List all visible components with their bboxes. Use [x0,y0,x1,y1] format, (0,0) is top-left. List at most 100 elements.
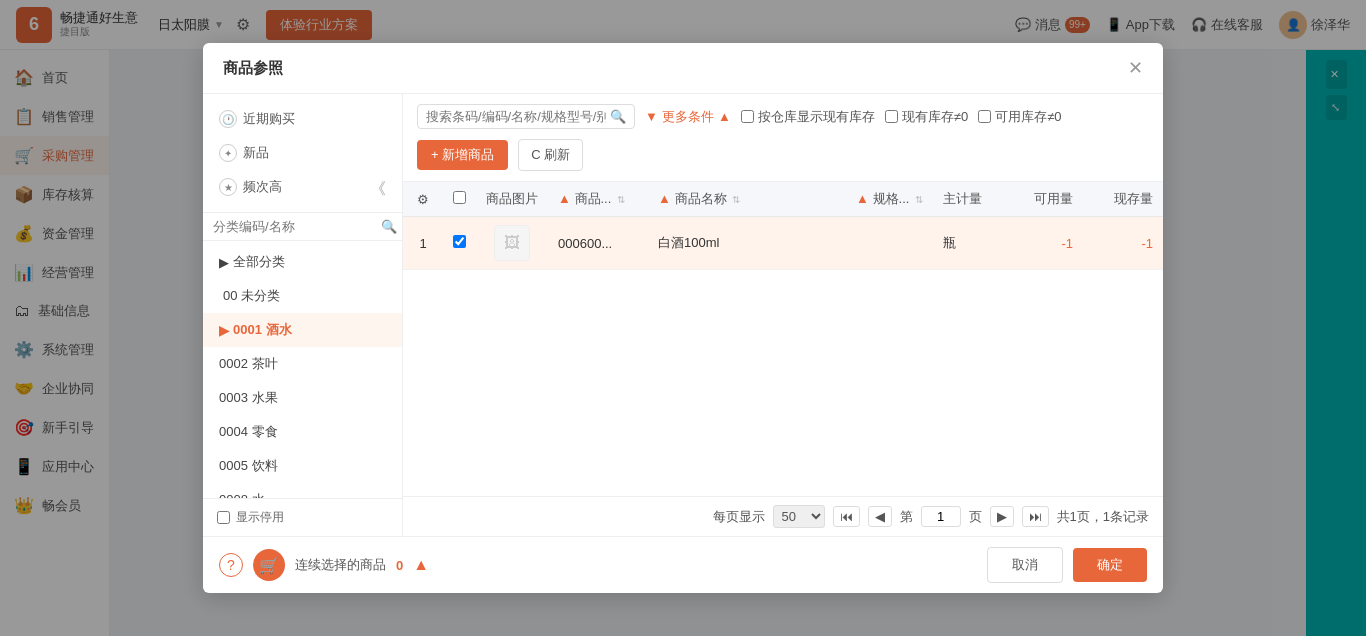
category-item-0005[interactable]: 0005 饮料 [203,449,402,483]
cart-icon-button[interactable]: 🛒 [253,549,285,581]
sort-arrows-name: ⇅ [732,194,740,205]
col-avail-label: 可用量 [1034,191,1073,206]
row-img: 🖼 [476,217,548,270]
frequent-icon: ★ [219,178,237,196]
col-header-name[interactable]: ▲ 商品名称 ⇅ [648,182,846,217]
confirm-button[interactable]: 确定 [1073,548,1147,582]
category-0001-arrow: ▶ [219,323,229,338]
category-item-0001[interactable]: ▶ 0001 酒水 [203,313,402,347]
warehouse-checkbox[interactable] [741,110,754,123]
page-number-input[interactable] [921,506,961,527]
product-table-container: ⚙ 商品图片 ▲ 商品... ⇅ [403,182,1163,496]
left-tabs: 🕐 近期购买 ✦ 新品 ★ 频次高 《 [203,94,402,213]
modal-body: 🕐 近期购买 ✦ 新品 ★ 频次高 《 [203,94,1163,536]
product-search-box: 🔍 [417,104,635,129]
row-code: 000600... [548,217,648,270]
category-00-label: 00 未分类 [223,287,280,305]
avail-ne0-label: 可用库存≠0 [995,108,1061,126]
pagination-bar: 每页显示 50 100 200 ⏮ ◀ 第 页 ▶ ⏭ 共1页，1条记录 [403,496,1163,536]
category-0002-label: 0002 茶叶 [219,355,278,373]
col-header-avail: 可用量 [1003,182,1083,217]
new-icon: ✦ [219,144,237,162]
category-list: ▶ 全部分类 00 未分类 ▶ 0001 酒水 0002 茶叶 [203,241,402,498]
filter-up-icon: ▲ [718,109,731,124]
sort-up-icon: ▲ [558,191,571,206]
left-tab-frequent[interactable]: ★ 频次高 [203,170,311,204]
category-item-all[interactable]: ▶ 全部分类 [203,245,402,279]
avail-ne0-checkbox[interactable] [978,110,991,123]
refresh-button[interactable]: C 刷新 [518,139,583,171]
product-search-icon[interactable]: 🔍 [610,109,626,124]
modal-footer: ? 🛒 连续选择的商品 0 ▲ 取消 确定 [203,536,1163,593]
recent-icon: 🕐 [219,110,237,128]
category-0005-label: 0005 饮料 [219,457,278,475]
page-first-btn[interactable]: ⏮ [833,506,860,527]
modal-close-button[interactable]: ✕ [1128,57,1143,79]
category-item-00[interactable]: 00 未分类 [203,279,402,313]
page-label: 第 [900,508,913,526]
col-header-settings[interactable]: ⚙ [403,182,443,217]
checkbox-avail-ne0[interactable]: 可用库存≠0 [978,108,1061,126]
page-next-btn[interactable]: ▶ [990,506,1014,527]
col-img-label: 商品图片 [486,191,538,206]
page-last-btn[interactable]: ⏭ [1022,506,1049,527]
category-0008-label: 0008 水 [219,491,265,498]
col-code-label: 商品... [575,191,612,206]
category-item-0003[interactable]: 0003 水果 [203,381,402,415]
show-disabled-checkbox[interactable] [217,511,230,524]
cart-count: 0 [396,558,403,573]
col-name-label: 商品名称 [675,191,727,206]
checkbox-warehouse[interactable]: 按仓库显示现有库存 [741,108,875,126]
table-header: ⚙ 商品图片 ▲ 商品... ⇅ [403,182,1163,217]
table-row[interactable]: 1 🖼 000600... 白酒100ml [403,217,1163,270]
warehouse-label: 按仓库显示现有库存 [758,108,875,126]
checkbox-stock-ne0[interactable]: 现有库存≠0 [885,108,968,126]
category-search-icon[interactable]: 🔍 [381,219,397,234]
product-table: ⚙ 商品图片 ▲ 商品... ⇅ [403,182,1163,270]
cancel-button[interactable]: 取消 [987,547,1063,583]
category-search: 🔍 [203,213,402,241]
category-search-input[interactable] [213,219,381,234]
row-checkbox[interactable] [443,217,476,270]
page-prev-btn[interactable]: ◀ [868,506,892,527]
select-all-checkbox[interactable] [453,191,466,204]
page-size-label: 每页显示 [713,508,765,526]
left-tab-new[interactable]: ✦ 新品 [203,136,311,170]
modal-title: 商品参照 [223,59,283,78]
category-item-0008[interactable]: 0008 水 [203,483,402,498]
filter-button[interactable]: ▼ 更多条件 ▲ [645,108,731,126]
page-unit: 页 [969,508,982,526]
col-header-unit: 主计量 [933,182,1003,217]
col-stock-label: 现存量 [1114,191,1153,206]
category-item-0002[interactable]: 0002 茶叶 [203,347,402,381]
filter-icon: ▼ [645,109,658,124]
col-header-spec[interactable]: ▲ 规格... ⇅ [846,182,933,217]
left-panel-collapse-btn[interactable]: 《 [362,175,394,204]
total-label: 共1页，1条记录 [1057,508,1149,526]
left-tab-frequent-label: 频次高 [243,178,282,196]
sort-arrows-code: ⇅ [617,194,625,205]
stock-ne0-checkbox[interactable] [885,110,898,123]
row-stock: -1 [1083,217,1163,270]
filter-label: 更多条件 [662,108,714,126]
col-header-checkbox[interactable] [443,182,476,217]
row-no: 1 [403,217,443,270]
page-size-select[interactable]: 50 100 200 [773,505,825,528]
modal-overlay: 商品参照 ✕ 🕐 近期购买 ✦ 新品 [0,0,1366,636]
left-tab-new-label: 新品 [243,144,269,162]
col-header-code[interactable]: ▲ 商品... ⇅ [548,182,648,217]
category-item-0004[interactable]: 0004 零食 [203,415,402,449]
left-tab-recent[interactable]: 🕐 近期购买 [203,102,311,136]
modal-right-panel: 🔍 ▼ 更多条件 ▲ 按仓库显示现有库存 现有库存≠0 [403,94,1163,536]
footer-collapse-icon[interactable]: ▲ [413,556,429,574]
show-disabled-row: 显示停用 [203,498,402,536]
help-button[interactable]: ? [219,553,243,577]
col-header-img: 商品图片 [476,182,548,217]
add-product-button[interactable]: + 新增商品 [417,140,508,170]
product-search-input[interactable] [426,109,606,124]
table-body: 1 🖼 000600... 白酒100ml [403,217,1163,270]
category-0003-label: 0003 水果 [219,389,278,407]
row-select-checkbox[interactable] [453,235,466,248]
left-tab-recent-label: 近期购买 [243,110,295,128]
product-reference-modal: 商品参照 ✕ 🕐 近期购买 ✦ 新品 [203,43,1163,593]
